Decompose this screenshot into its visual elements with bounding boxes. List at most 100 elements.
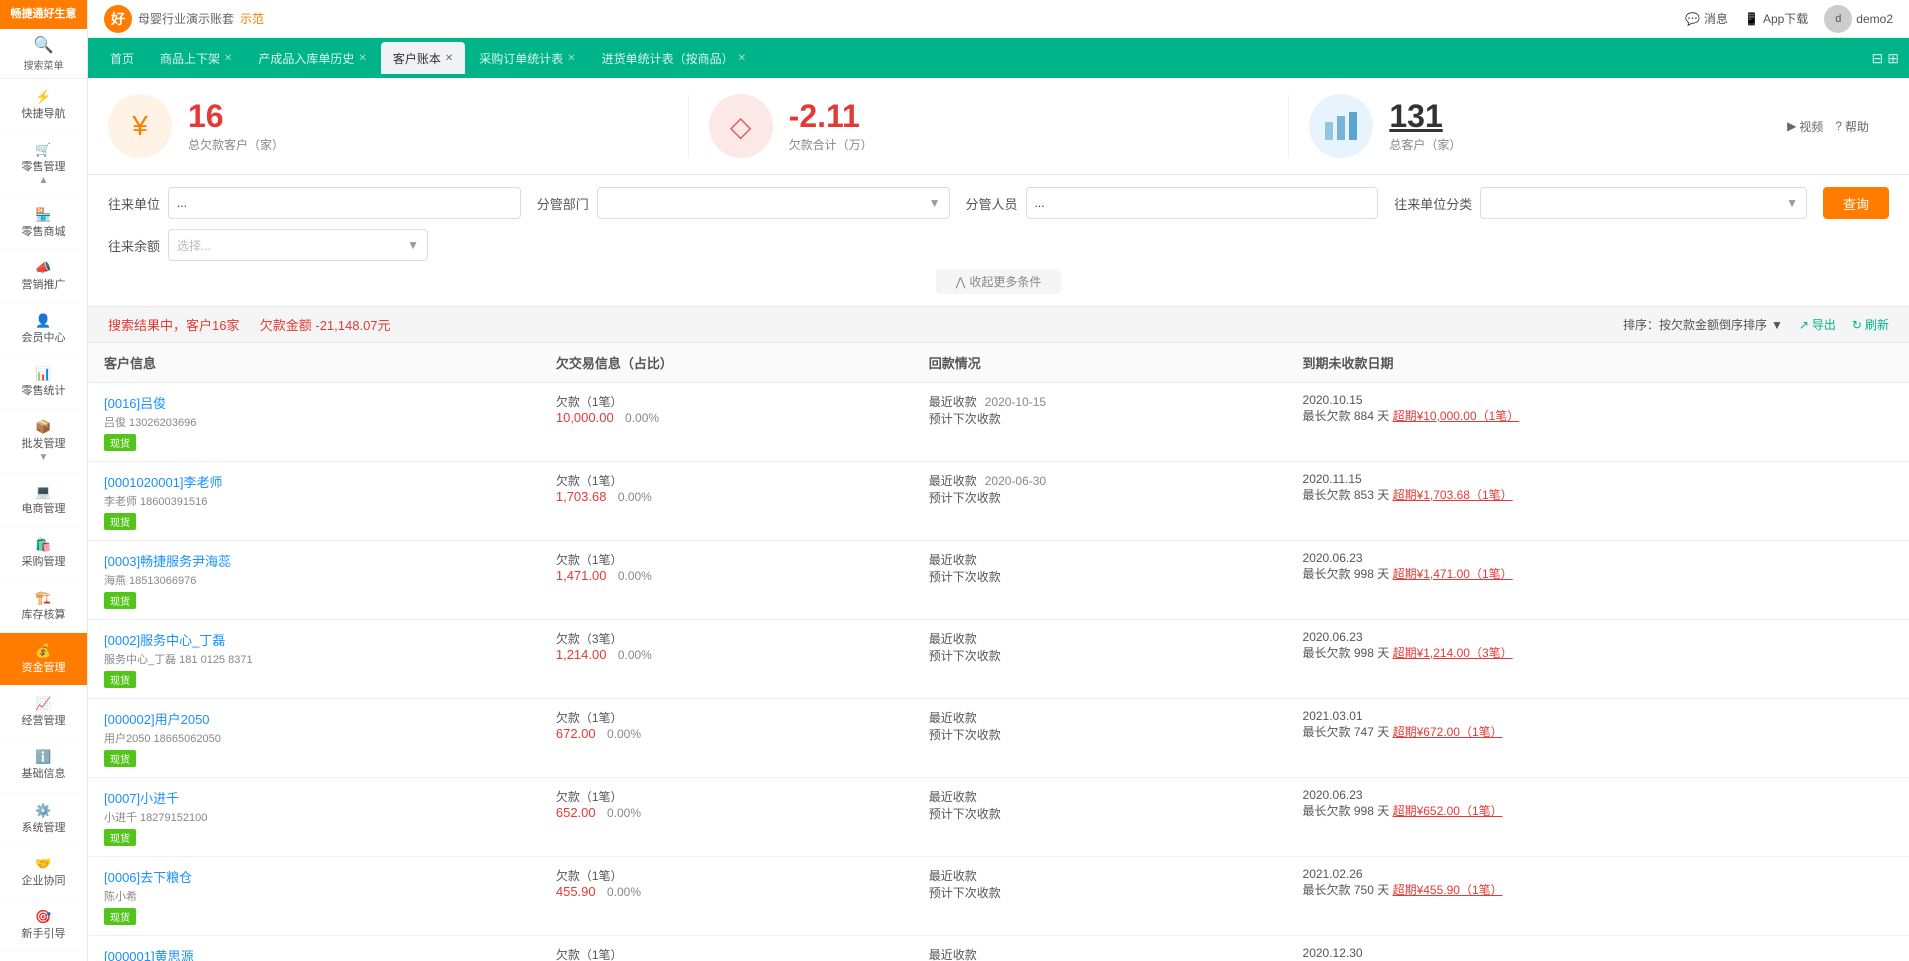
content-area: ¥ 16 总欠款客户（家） ◇ -2.11 欠款合计（万） <box>88 78 1909 961</box>
filter-balance: 往来余额 选择... ▼ <box>108 229 428 261</box>
cell-debt-1: 欠款（1笔） 1,703.68 0.00% <box>540 462 913 541</box>
overdue-days-6: 最长欠款 750 天 超期¥455.90（1笔） <box>1303 881 1893 898</box>
sort-button[interactable]: 排序：按欠款金额倒序排序 ▼ <box>1623 316 1783 333</box>
customer-name-link-2[interactable]: [0003]畅捷服务尹海蕊 <box>104 554 231 569</box>
sidebar-item-inventory[interactable]: 🏗️ 库存核算 <box>0 580 87 633</box>
customer-name-link-5[interactable]: [0007]小进千 <box>104 791 179 806</box>
cell-collection-3: 最近收款 预计下次收款 <box>913 620 1287 699</box>
sidebar-item-apps[interactable]: 📱 应用中心 <box>0 952 87 961</box>
view-video-button[interactable]: ▶ 视频 <box>1787 118 1823 135</box>
stat-card-total-customers: 131 总客户（家） ▶ 视频 ? 帮助 <box>1289 94 1889 158</box>
user-profile-button[interactable]: d demo2 <box>1824 5 1893 33</box>
overdue-amount-link-5[interactable]: 超期¥652.00（1笔） <box>1393 804 1503 818</box>
customer-name-link-1[interactable]: [0001020001]李老师 <box>104 475 223 490</box>
app-brand: 好 母婴行业演示账套 示范 <box>104 5 264 33</box>
tab-import-stats[interactable]: 进货单统计表（按商品） ✕ <box>590 42 758 74</box>
overdue-amount-link-3[interactable]: 超期¥1,214.00（3笔） <box>1393 646 1513 660</box>
collapse-button[interactable]: ⋀ 收起更多条件 <box>936 269 1062 294</box>
balance-input[interactable]: 选择... ▼ <box>168 229 428 261</box>
debt-amount-row-6: 455.90 0.00% <box>556 884 897 899</box>
next-collection-0: 预计下次收款 <box>929 410 1271 427</box>
customer-meta-3: 服务中心_丁磊 181 0125 8371 <box>104 651 524 667</box>
due-date-value-3: 2020.06.23 <box>1303 630 1893 644</box>
refresh-icon: ↻ <box>1852 318 1862 332</box>
overdue-amount-link-0[interactable]: 超期¥10,000.00（1笔） <box>1393 409 1520 423</box>
newbie-label: 新手引导 <box>22 928 66 941</box>
tab-import-stats-label: 进货单统计表（按商品） <box>602 50 734 67</box>
sidebar-item-ecommerce[interactable]: 💻 电商管理 <box>0 474 87 527</box>
tab-close-customer-account[interactable]: ✕ <box>445 53 453 64</box>
overdue-days-text-3: 最长欠款 998 天 <box>1303 646 1393 660</box>
sidebar-item-quick-nav[interactable]: ⚡ 快捷导航 <box>0 79 87 132</box>
sidebar-item-member[interactable]: 👤 会员中心 <box>0 303 87 356</box>
cell-due-date-4: 2021.03.01 最长欠款 747 天 超期¥672.00（1笔） <box>1287 699 1909 778</box>
help-button[interactable]: ? 帮助 <box>1835 118 1869 135</box>
tab-home[interactable]: 首页 <box>98 42 146 74</box>
table-row: [0001020001]李老师 李老师 18600391516 现货 欠款（1笔… <box>88 462 1909 541</box>
search-label: 搜索菜单 <box>24 57 64 72</box>
customer-name-link-7[interactable]: [000001]黄思源 <box>104 949 194 961</box>
sidebar-item-search[interactable]: 🔍 搜索菜单 <box>0 29 87 79</box>
collection-info-6: 最近收款 <box>929 867 1271 884</box>
overdue-amount-link-4[interactable]: 超期¥672.00（1笔） <box>1393 725 1503 739</box>
table-row: [0003]畅捷服务尹海蕊 海燕 18513066976 现货 欠款（1笔） 1… <box>88 541 1909 620</box>
sidebar-item-retail-stats[interactable]: 📊 零售统计 <box>0 356 87 409</box>
tab-close-purchase-order[interactable]: ✕ <box>567 53 575 64</box>
sidebar-item-purchase[interactable]: 🛍️ 采购管理 <box>0 527 87 580</box>
tab-customer-account[interactable]: 客户账本 ✕ <box>381 42 465 74</box>
cell-customer-3: [0002]服务中心_丁磊 服务中心_丁磊 181 0125 8371 现货 <box>88 620 540 699</box>
customer-name-link-4[interactable]: [000002]用户2050 <box>104 712 210 727</box>
message-button[interactable]: 💬 消息 <box>1685 10 1728 27</box>
customer-name-link-0[interactable]: [0016]吕俊 <box>104 396 166 411</box>
export-button[interactable]: ↗ 导出 <box>1799 316 1836 333</box>
overdue-amount-link-2[interactable]: 超期¥1,471.00（1笔） <box>1393 567 1513 581</box>
unit-category-input[interactable]: ▼ <box>1480 187 1807 219</box>
tab-product-history[interactable]: 产成品入库单历史 ✕ <box>246 42 378 74</box>
stat-card-debtor-count: ¥ 16 总欠款客户（家） <box>108 94 689 158</box>
sidebar-item-basic-info[interactable]: ℹ️ 基础信息 <box>0 739 87 792</box>
batch-mgmt-label: 批发管理 <box>22 438 66 451</box>
sidebar-item-newbie[interactable]: 🎯 新手引导 <box>0 899 87 952</box>
unit-category-arrow-icon: ▼ <box>1786 196 1798 210</box>
sidebar-item-retail-mall[interactable]: 🏪 零售商城 <box>0 197 87 250</box>
tab-close-import-stats[interactable]: ✕ <box>738 53 746 64</box>
person-input[interactable]: ... <box>1026 187 1379 219</box>
tab-close-product-history[interactable]: ✕ <box>358 53 366 64</box>
newbie-icon: 🎯 <box>35 909 51 925</box>
collection-info-2: 最近收款 <box>929 551 1271 568</box>
sidebar-item-finance[interactable]: 💰 资金管理 <box>0 633 87 686</box>
refresh-button[interactable]: ↻ 刷新 <box>1852 316 1889 333</box>
due-date-value-5: 2020.06.23 <box>1303 788 1893 802</box>
table-row: [0016]吕俊 吕俊 13026203696 现货 欠款（1笔） 10,000… <box>88 383 1909 462</box>
sidebar-item-system[interactable]: ⚙️ 系统管理 <box>0 793 87 846</box>
brand-logo: 好 <box>104 5 132 33</box>
basic-info-icon: ℹ️ <box>35 749 51 765</box>
debt-info-2: 欠款（1笔） <box>556 551 897 568</box>
minimize-button[interactable]: ⊟ <box>1872 50 1884 67</box>
overdue-amount-link-6[interactable]: 超期¥455.90（1笔） <box>1393 883 1503 897</box>
customer-name-link-6[interactable]: [0006]去下粮仓 <box>104 870 192 885</box>
sidebar-item-marketing[interactable]: 📣 营销推广 <box>0 250 87 303</box>
tag-current-1: 现货 <box>104 513 136 530</box>
cell-collection-6: 最近收款 预计下次收款 <box>913 857 1287 936</box>
sidebar-item-operations[interactable]: 📈 经营管理 <box>0 686 87 739</box>
sidebar-item-enterprise[interactable]: 🤝 企业协同 <box>0 846 87 899</box>
tab-purchase-order[interactable]: 采购订单统计表 ✕ <box>467 42 587 74</box>
source-unit-input[interactable]: ... <box>168 187 521 219</box>
query-button[interactable]: 查询 <box>1823 187 1889 219</box>
sidebar-item-batch-mgmt[interactable]: 📦 批发管理 ▼ <box>0 409 87 473</box>
overdue-amount-link-1[interactable]: 超期¥1,703.68（1笔） <box>1393 488 1513 502</box>
tab-close-products-offline[interactable]: ✕ <box>224 53 232 64</box>
col-header-customer: 客户信息 <box>88 343 540 383</box>
quick-nav-icon: ⚡ <box>35 89 51 105</box>
cell-due-date-6: 2021.02.26 最长欠款 750 天 超期¥455.90（1笔） <box>1287 857 1909 936</box>
app-download-button[interactable]: 📱 App下载 <box>1744 10 1808 27</box>
overdue-days-0: 最长欠款 884 天 超期¥10,000.00（1笔） <box>1303 407 1893 424</box>
cell-collection-0: 最近收款2020-10-15 预计下次收款 <box>913 383 1287 462</box>
customer-name-link-3[interactable]: [0002]服务中心_丁磊 <box>104 633 225 648</box>
tab-products-offline[interactable]: 商品上下架 ✕ <box>148 42 244 74</box>
tag-current-5: 现货 <box>104 829 136 846</box>
maximize-button[interactable]: ⊞ <box>1887 50 1899 67</box>
dept-input[interactable]: ▼ <box>597 187 950 219</box>
sidebar-item-retail-mgmt[interactable]: 🛒 零售管理 ▲ <box>0 132 87 196</box>
